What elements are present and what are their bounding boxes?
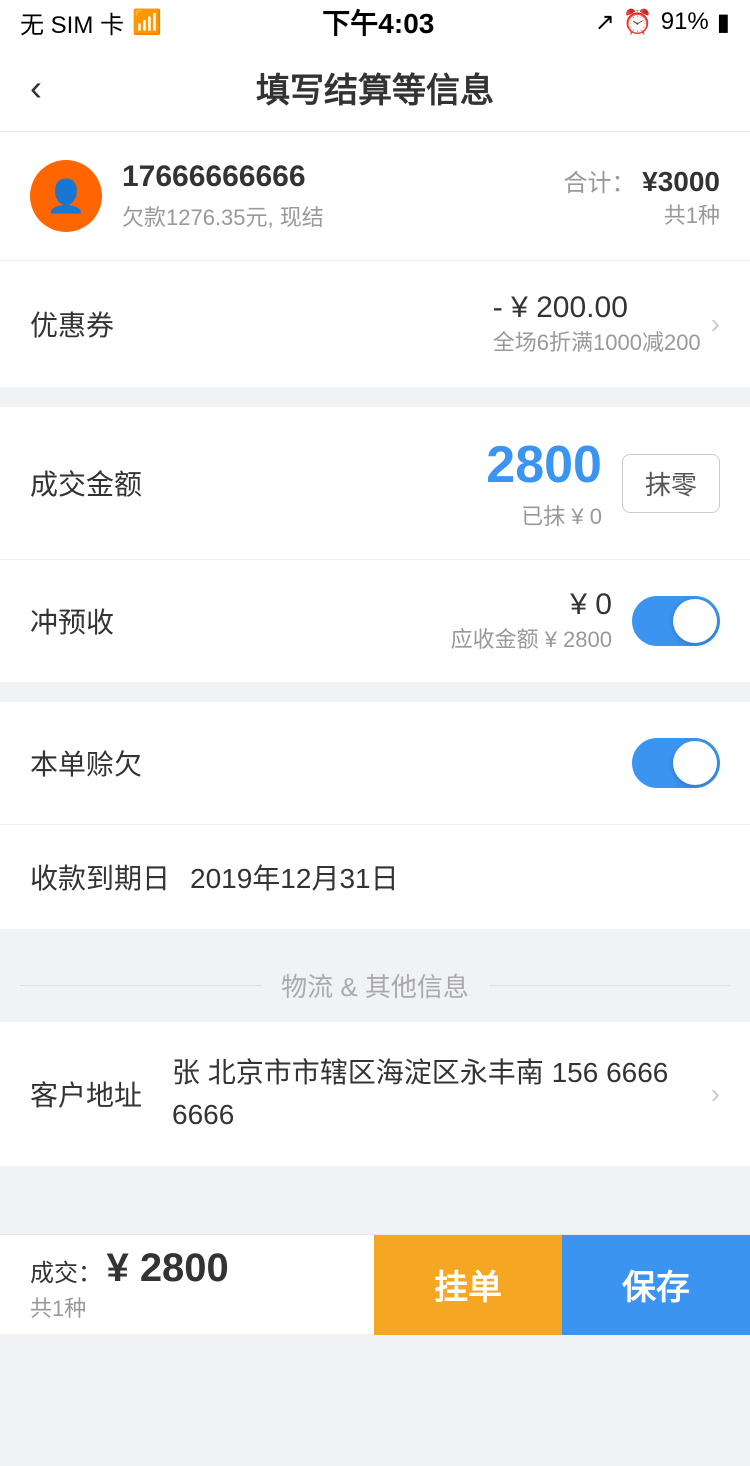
prepay-toggle[interactable] bbox=[632, 596, 720, 646]
coupon-right: - ¥ 200.00 全场6折满1000减200 › bbox=[493, 291, 720, 357]
back-button[interactable]: ‹ bbox=[30, 67, 42, 109]
time-display: 下午4:03 bbox=[322, 2, 434, 42]
customer-left: 👤 17666666666 欠款1276.35元, 现结 bbox=[30, 160, 324, 232]
coupon-label: 优惠券 bbox=[30, 304, 114, 344]
duedate-row: 收款到期日 2019年12月31日 bbox=[0, 824, 750, 929]
avatar: 👤 bbox=[30, 160, 102, 232]
divider-line-left bbox=[20, 985, 261, 986]
address-value: 张 北京市市辖区海淀区永丰南 156 6666 6666 bbox=[172, 1052, 701, 1136]
coupon-row[interactable]: 优惠券 - ¥ 200.00 全场6折满1000减200 › bbox=[0, 260, 750, 387]
customer-sub: 欠款1276.35元, 现结 bbox=[122, 200, 324, 232]
status-right: ↗ ⏰ 91% ▮ bbox=[595, 8, 730, 37]
deal-amount-row: 成交金额 2800 已抹 ¥ 0 抹零 bbox=[0, 407, 750, 559]
credit-toggle-knob bbox=[673, 741, 717, 785]
battery-icon: ▮ bbox=[717, 8, 730, 37]
prepay-label: 冲预收 bbox=[30, 601, 114, 641]
deal-amount-label: 成交金额 bbox=[30, 463, 142, 503]
gap3 bbox=[0, 929, 750, 949]
credit-section: 本单赊欠 收款到期日 2019年12月31日 bbox=[0, 702, 750, 929]
save-button[interactable]: 保存 bbox=[562, 1235, 750, 1335]
customer-info-text: 17666666666 欠款1276.35元, 现结 bbox=[122, 160, 324, 232]
hold-button[interactable]: 挂单 bbox=[374, 1235, 562, 1335]
battery-level: 91% bbox=[661, 8, 709, 36]
deal-section: 成交金额 2800 已抹 ¥ 0 抹零 冲预收 ¥ 0 应收金额 ¥ 2800 bbox=[0, 407, 750, 682]
customer-phone: 17666666666 bbox=[122, 160, 324, 194]
total-value: ¥3000 bbox=[642, 166, 720, 197]
logistics-divider: 物流 & 其他信息 bbox=[0, 949, 750, 1022]
gap2 bbox=[0, 682, 750, 702]
prepay-receivable: 应收金额 ¥ 2800 bbox=[451, 622, 612, 654]
credit-toggle[interactable] bbox=[632, 738, 720, 788]
page-title: 填写结算等信息 bbox=[256, 63, 494, 112]
customer-section: 👤 17666666666 欠款1276.35元, 现结 合计： ¥3000 共… bbox=[0, 132, 750, 387]
address-section: 客户地址 张 北京市市辖区海淀区永丰南 156 6666 6666 › bbox=[0, 1022, 750, 1166]
footer-deal-line: 成交： ¥ 2800 bbox=[30, 1246, 344, 1291]
prepay-row: 冲预收 ¥ 0 应收金额 ¥ 2800 bbox=[0, 559, 750, 682]
coupon-arrow-icon: › bbox=[711, 308, 720, 340]
total-label: 合计： ¥3000 bbox=[563, 163, 720, 198]
duedate-value: 2019年12月31日 bbox=[190, 857, 399, 897]
footer-count: 共1种 bbox=[30, 1291, 344, 1323]
nav-bar: ‹ 填写结算等信息 bbox=[0, 44, 750, 132]
prepay-right: ¥ 0 应收金额 ¥ 2800 bbox=[451, 588, 720, 654]
address-label: 客户地址 bbox=[30, 1074, 142, 1114]
avatar-icon: 👤 bbox=[46, 177, 86, 215]
logistics-label: 物流 & 其他信息 bbox=[281, 967, 469, 1004]
deal-erased-text: 已抹 ¥ 0 bbox=[486, 499, 602, 531]
gap1 bbox=[0, 387, 750, 407]
wifi-icon: 📶 bbox=[132, 8, 162, 37]
coupon-discount: - ¥ 200.00 bbox=[493, 291, 701, 325]
prepay-values: ¥ 0 应收金额 ¥ 2800 bbox=[451, 588, 612, 654]
footer-summary: 成交： ¥ 2800 共1种 bbox=[0, 1246, 374, 1323]
round-zero-button[interactable]: 抹零 bbox=[622, 454, 720, 513]
alarm-icon: ⏰ bbox=[623, 8, 653, 37]
duedate-label: 收款到期日 bbox=[30, 857, 170, 897]
status-bar: 无 SIM 卡 📶 下午4:03 ↗ ⏰ 91% ▮ bbox=[0, 0, 750, 44]
footer-bar: 成交： ¥ 2800 共1种 挂单 保存 bbox=[0, 1234, 750, 1334]
address-arrow-icon: › bbox=[711, 1078, 720, 1110]
address-row[interactable]: 客户地址 张 北京市市辖区海淀区永丰南 156 6666 6666 › bbox=[0, 1022, 750, 1166]
customer-row: 👤 17666666666 欠款1276.35元, 现结 合计： ¥3000 共… bbox=[0, 132, 750, 260]
deal-right: 2800 已抹 ¥ 0 抹零 bbox=[486, 435, 720, 531]
total-count: 共1种 bbox=[563, 198, 720, 230]
customer-right: 合计： ¥3000 共1种 bbox=[563, 163, 720, 230]
credit-row: 本单赊欠 bbox=[0, 702, 750, 824]
divider-line-right bbox=[489, 985, 730, 986]
status-left: 无 SIM 卡 📶 bbox=[20, 5, 162, 40]
back-icon: ‹ bbox=[30, 67, 42, 108]
coupon-desc: 全场6折满1000减200 bbox=[493, 325, 701, 357]
location-icon: ↗ bbox=[595, 8, 615, 37]
footer-deal-label: 成交： bbox=[30, 1260, 102, 1287]
deal-amount-value: 2800 bbox=[486, 435, 602, 495]
credit-label: 本单赊欠 bbox=[30, 743, 142, 783]
prepay-amount: ¥ 0 bbox=[451, 588, 612, 622]
footer-deal-amount: ¥ 2800 bbox=[106, 1246, 228, 1290]
toggle-knob bbox=[673, 599, 717, 643]
sim-status: 无 SIM 卡 bbox=[20, 5, 124, 40]
